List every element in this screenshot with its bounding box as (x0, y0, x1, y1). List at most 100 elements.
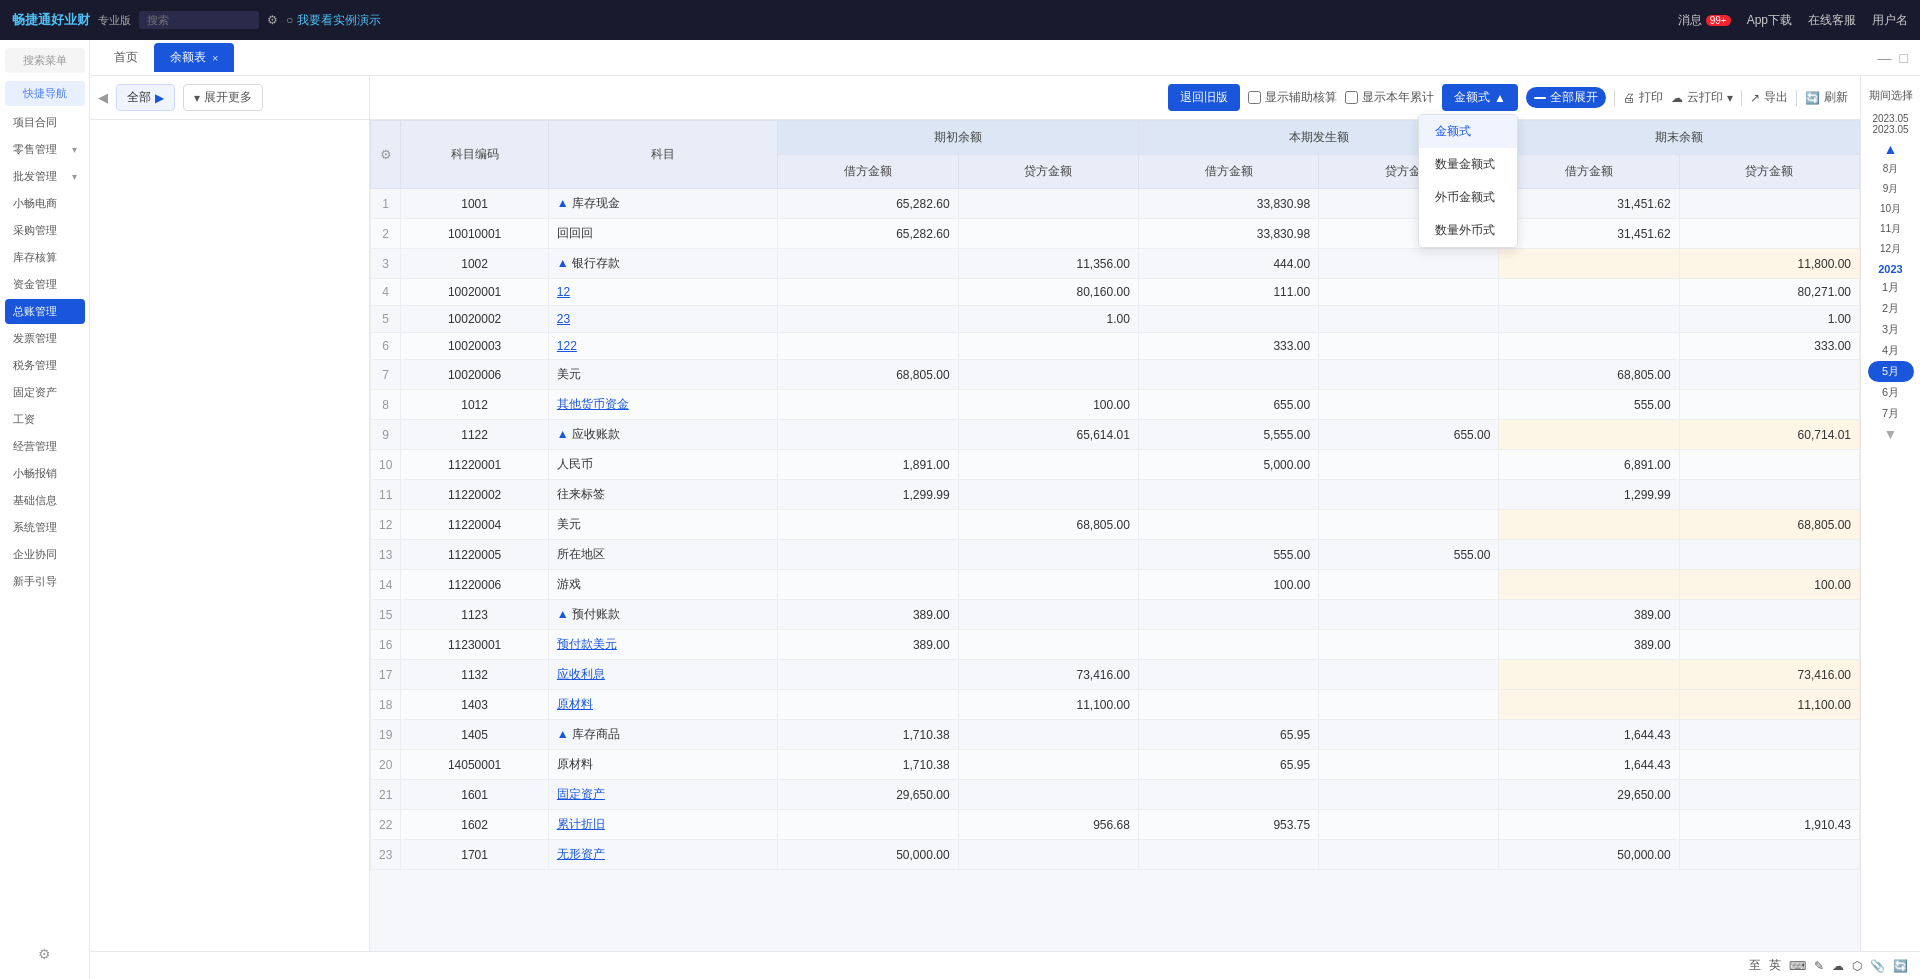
month-11[interactable]: 11月 (1868, 219, 1914, 239)
month-4[interactable]: 4月 (1868, 340, 1914, 361)
sidebar-item-expense[interactable]: 小畅报销 (5, 461, 85, 486)
filter-left-arrow-icon[interactable]: ◀ (98, 90, 108, 105)
filter-all-btn[interactable]: 全部 ▶ (116, 84, 175, 111)
row-subject[interactable]: 累计折旧 (548, 810, 777, 840)
sidebar-item-ecommerce[interactable]: 小畅电商 (5, 191, 85, 216)
row-credit_open (958, 780, 1138, 810)
month-1[interactable]: 1月 (1868, 277, 1914, 298)
statusbar-zh-icon[interactable]: 至 (1749, 957, 1761, 974)
row-subject[interactable]: 预付款美元 (548, 630, 777, 660)
toggle-switch[interactable] (1534, 97, 1546, 99)
month-8[interactable]: 8月 (1868, 159, 1914, 179)
year-nav-up-icon[interactable]: ▲ (1884, 141, 1898, 157)
sidebar-item-inventory[interactable]: 库存核算 (5, 245, 85, 270)
month-7[interactable]: 7月 (1868, 403, 1914, 424)
sidebar-item-collab[interactable]: 企业协同 (5, 542, 85, 567)
row-subject[interactable]: 无形资产 (548, 840, 777, 870)
expand-all-toggle[interactable]: 全部展开 (1526, 87, 1606, 108)
demo-link[interactable]: ○ 我要看实例演示 (286, 12, 381, 29)
tab-balance[interactable]: 余额表 × (154, 43, 234, 72)
year-nav-down-icon[interactable]: ▼ (1884, 426, 1898, 442)
sidebar-item-salary[interactable]: 工资 (5, 407, 85, 432)
sidebar-item-tax[interactable]: 税务管理 (5, 353, 85, 378)
row-subject[interactable]: 固定资产 (548, 780, 777, 810)
row-subject[interactable]: 其他货币资金 (548, 390, 777, 420)
dropdown-item-fx-jine[interactable]: 外币金额式 (1419, 181, 1517, 214)
cloud-print-btn[interactable]: ☁ 云打印 ▾ (1671, 89, 1733, 106)
th-settings[interactable]: ⚙ (371, 121, 401, 189)
sidebar-item-system[interactable]: 系统管理 (5, 515, 85, 540)
row-subject[interactable]: 122 (548, 333, 777, 360)
sidebar-item-purchase[interactable]: 采购管理 (5, 218, 85, 243)
amount-mode-btn[interactable]: 金额式 ▲ (1442, 84, 1518, 111)
table-area: 退回旧版 显示辅助核算 显示本年累计 金额式 ▲ (370, 76, 1860, 951)
refresh-btn[interactable]: 🔄 刷新 (1805, 89, 1848, 106)
row-subject: 所在地区 (548, 540, 777, 570)
statusbar-hex-icon[interactable]: ⬡ (1852, 959, 1862, 973)
toolbar-right: 退回旧版 显示辅助核算 显示本年累计 金额式 ▲ (1168, 84, 1848, 111)
row-subject[interactable]: 原材料 (548, 690, 777, 720)
export-icon: ↗ (1750, 91, 1760, 105)
tab-minimize-icon[interactable]: — (1878, 50, 1892, 66)
show-aux-checkbox[interactable]: 显示辅助核算 (1248, 89, 1337, 106)
sidebar-search[interactable]: 搜索菜单 (5, 48, 85, 73)
row-subject[interactable]: 12 (548, 279, 777, 306)
online-service-btn[interactable]: 在线客服 (1808, 12, 1856, 29)
tab-home[interactable]: 首页 (102, 43, 150, 72)
sidebar-item-ledger[interactable]: 总账管理 (5, 299, 85, 324)
ytd-checkbox-input[interactable] (1345, 91, 1358, 104)
row-credit_close: 1,910.43 (1679, 810, 1859, 840)
sidebar-gear-icon[interactable]: ⚙ (5, 941, 85, 967)
table-row: 91122▲ 应收账款65,614.015,555.00655.0060,714… (371, 420, 1860, 450)
filter-expand-btn[interactable]: ▾ 展开更多 (183, 84, 263, 111)
tab-maximize-icon[interactable]: □ (1900, 50, 1908, 66)
statusbar-cloud-icon[interactable]: ☁ (1832, 959, 1844, 973)
row-credit_open: 956.68 (958, 810, 1138, 840)
row-credit_open (958, 189, 1138, 219)
statusbar-attach-icon[interactable]: 📎 (1870, 959, 1885, 973)
row-subject[interactable]: 23 (548, 306, 777, 333)
print-btn[interactable]: 🖨 打印 (1623, 89, 1663, 106)
sidebar-item-invoice[interactable]: 发票管理 (5, 326, 85, 351)
sidebar-item-wholesale[interactable]: 批发管理▾ (5, 164, 85, 189)
statusbar-keyboard-icon[interactable]: ⌨ (1789, 959, 1806, 973)
month-5[interactable]: 5月 (1868, 361, 1914, 382)
topbar-search-input[interactable] (139, 11, 259, 29)
msg-btn[interactable]: 消息 99+ (1678, 12, 1731, 29)
sidebar-item-assets[interactable]: 固定资产 (5, 380, 85, 405)
row-subject[interactable]: 应收利息 (548, 660, 777, 690)
app-download-btn[interactable]: App下载 (1747, 12, 1792, 29)
dropdown-item-qty-fx[interactable]: 数量外币式 (1419, 214, 1517, 247)
row-credit_curr (1319, 570, 1499, 600)
month-9[interactable]: 9月 (1868, 179, 1914, 199)
month-10[interactable]: 10月 (1868, 199, 1914, 219)
statusbar-edit-icon[interactable]: ✎ (1814, 959, 1824, 973)
settings-icon[interactable]: ⚙ (267, 13, 278, 27)
table-settings-icon[interactable]: ⚙ (380, 147, 392, 162)
row-debit_open (778, 690, 958, 720)
month-3[interactable]: 3月 (1868, 319, 1914, 340)
sidebar-item-basic[interactable]: 基础信息 (5, 488, 85, 513)
dropdown-item-jine[interactable]: 金额式 (1419, 115, 1517, 148)
sidebar-item-operations[interactable]: 经营管理 (5, 434, 85, 459)
sidebar-item-project[interactable]: 项目合同 (5, 110, 85, 135)
username-display[interactable]: 用户名 (1872, 12, 1908, 29)
tab-close-icon[interactable]: × (212, 52, 218, 64)
statusbar-en-icon[interactable]: 英 (1769, 957, 1781, 974)
statusbar-sync-icon[interactable]: 🔄 (1893, 959, 1908, 973)
row-credit_curr (1319, 630, 1499, 660)
aux-checkbox-input[interactable] (1248, 91, 1261, 104)
sidebar-quick-nav[interactable]: 快捷导航 (5, 81, 85, 106)
toolbar-divider1 (1614, 90, 1615, 106)
sidebar-item-retail[interactable]: 零售管理▾ (5, 137, 85, 162)
export-btn[interactable]: ↗ 导出 (1750, 89, 1788, 106)
month-2[interactable]: 2月 (1868, 298, 1914, 319)
month-6[interactable]: 6月 (1868, 382, 1914, 403)
table-row: 210010001回回回65,282.6033,830.9831,451.62 (371, 219, 1860, 249)
show-ytd-checkbox[interactable]: 显示本年累计 (1345, 89, 1434, 106)
back-btn[interactable]: 退回旧版 (1168, 84, 1240, 111)
dropdown-item-qty-jine[interactable]: 数量金额式 (1419, 148, 1517, 181)
sidebar-item-capital[interactable]: 资金管理 (5, 272, 85, 297)
month-12[interactable]: 12月 (1868, 239, 1914, 259)
sidebar-item-guide[interactable]: 新手引导 (5, 569, 85, 594)
